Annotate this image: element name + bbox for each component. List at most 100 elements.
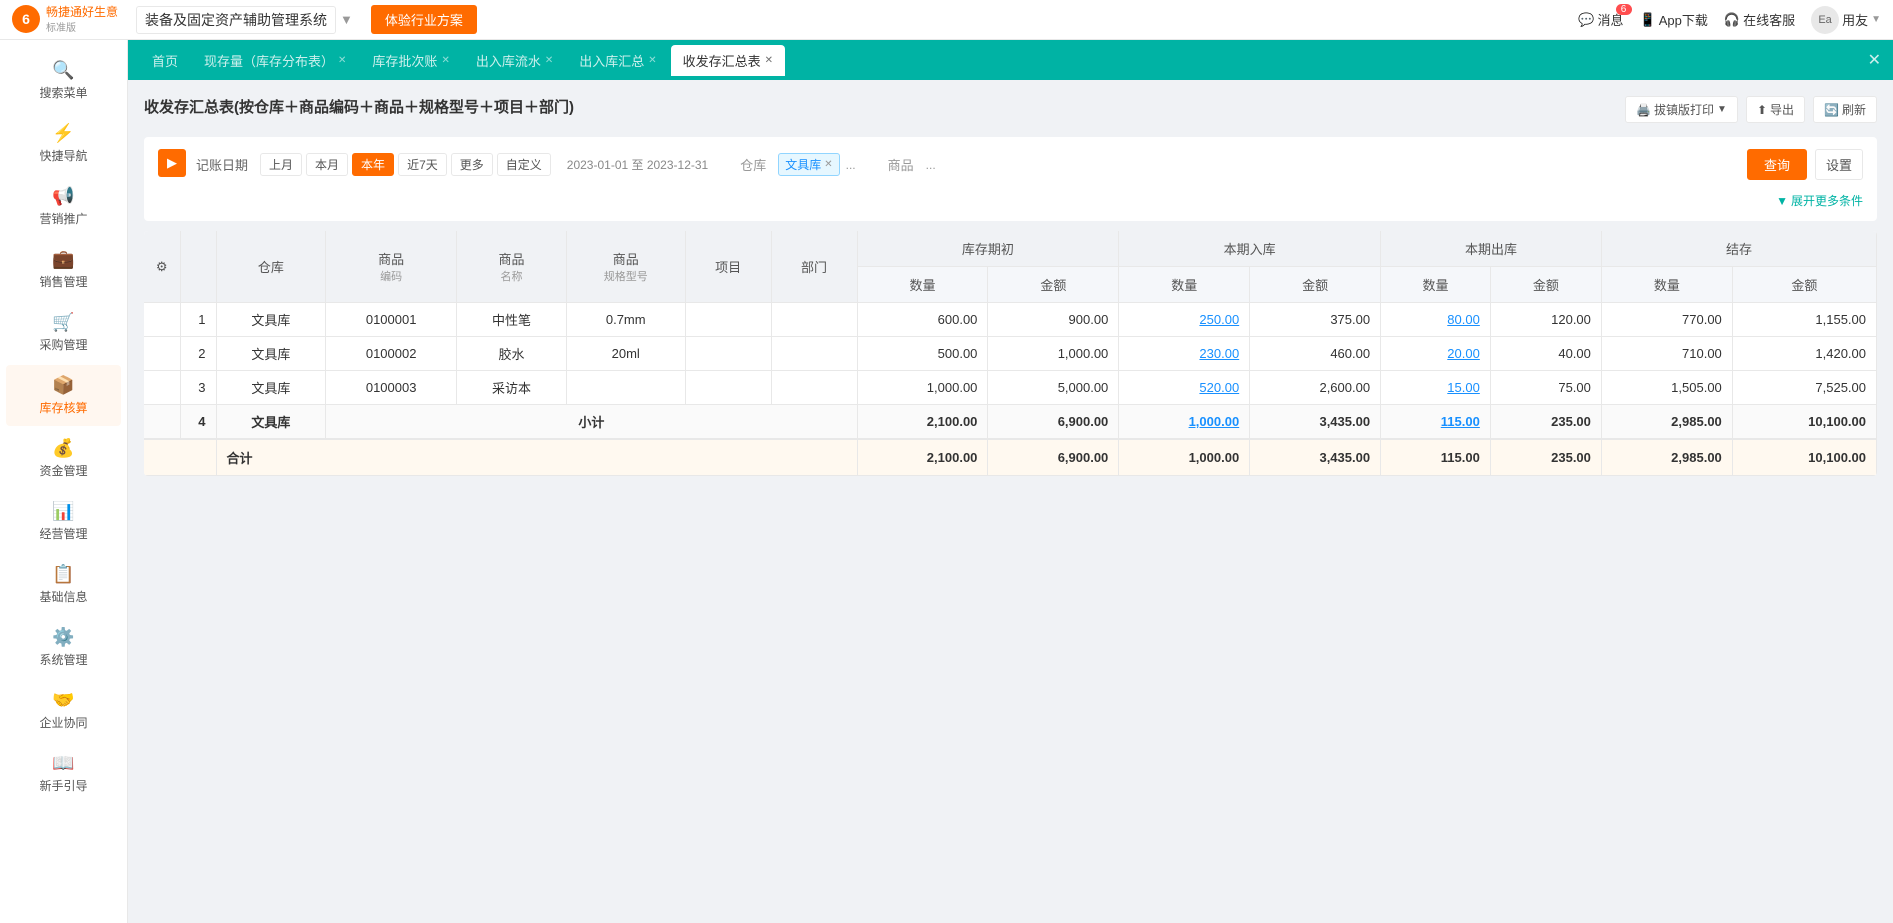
row-in-amt-2: 2,600.00 xyxy=(1250,371,1381,405)
total-row: 合计 2,100.00 6,900.00 1,000.00 3,435.00 1… xyxy=(144,439,1877,476)
tab-batch_ledger[interactable]: 库存批次账 ✕ xyxy=(360,45,461,76)
tab-close-in_out_flow[interactable]: ✕ xyxy=(545,55,553,66)
date-btn-本年[interactable]: 本年 xyxy=(352,153,394,176)
subtotal-out-amt: 235.00 xyxy=(1490,405,1601,440)
subtotal-settings xyxy=(144,405,180,440)
tab-in_out_flow[interactable]: 出入库流水✕ xyxy=(464,45,565,76)
tab-home[interactable]: 首页 xyxy=(140,45,190,76)
expand-more-btn[interactable]: ▼ 展开更多条件 xyxy=(1776,192,1863,209)
row-in-qty-2[interactable]: 520.00 xyxy=(1119,371,1250,405)
row-goods-spec-1: 20ml xyxy=(566,337,685,371)
subtotal-out-qty[interactable]: 115.00 xyxy=(1381,405,1491,440)
message-icon: 💬 xyxy=(1578,12,1594,28)
row-out-amt-1: 40.00 xyxy=(1490,337,1601,371)
row-in-qty-1[interactable]: 230.00 xyxy=(1119,337,1250,371)
headset-icon: 🎧 xyxy=(1724,12,1740,28)
total-label xyxy=(144,439,216,476)
sidebar-item-enterprise[interactable]: 🤝企业协同 xyxy=(6,680,121,741)
tab-close-in_out_summary[interactable]: ✕ xyxy=(648,55,656,66)
row-settings-2[interactable] xyxy=(144,371,180,405)
refresh-btn[interactable]: 🔄 刷新 xyxy=(1813,96,1877,123)
warehouse-tag-close[interactable]: ✕ xyxy=(824,159,832,170)
page-header-area: 收发存汇总表(按仓库＋商品编码＋商品＋规格型号＋项目＋部门) 🖨️ 拔镇版打印 … xyxy=(144,96,1877,129)
sidebar-item-marketing[interactable]: 📢营销推广 xyxy=(6,176,121,237)
row-out-qty-1[interactable]: 20.00 xyxy=(1381,337,1491,371)
filter-panel: 记账日期 上月本月本年近7天更多自定义 2023-01-01 至 2023-12… xyxy=(196,149,1863,209)
sidebar-item-system[interactable]: ⚙️ 系统管理 xyxy=(6,617,121,678)
row-out-amt-0: 120.00 xyxy=(1490,303,1601,337)
filter-inner: ▶ 记账日期 上月本月本年近7天更多自定义 2023-01-01 至 2023-… xyxy=(158,149,1863,209)
sidebar-item-purchase[interactable]: 🛒采购管理 xyxy=(6,302,121,363)
row-settings-0[interactable] xyxy=(144,303,180,337)
experience-btn[interactable]: 体验行业方案 xyxy=(371,5,477,34)
export-btn[interactable]: ⬆ 导出 xyxy=(1746,96,1805,123)
sidebar-item-quick_nav[interactable]: ⚡快捷导航 xyxy=(6,113,121,174)
date-btn-本月[interactable]: 本月 xyxy=(306,153,348,176)
row-in-amt-0: 375.00 xyxy=(1250,303,1381,337)
total-out-amt: 235.00 xyxy=(1490,439,1601,476)
date-buttons: 上月本月本年近7天更多自定义 xyxy=(260,153,551,176)
page-content: 收发存汇总表(按仓库＋商品编码＋商品＋规格型号＋项目＋部门) 🖨️ 拔镇版打印 … xyxy=(128,80,1893,923)
row-opening-qty-2: 1,000.00 xyxy=(857,371,988,405)
sidebar-item-operation[interactable]: 📊经营管理 xyxy=(6,491,121,552)
sidebar-item-search[interactable]: 🔍搜索菜单 xyxy=(6,50,121,111)
sales-icon: 💼 xyxy=(52,249,74,270)
sidebar-item-label: 系统管理 xyxy=(39,651,87,668)
sidebar: 🔍搜索菜单⚡快捷导航📢营销推广💼销售管理🛒采购管理📦库存核算💰资金管理📊经营管理… xyxy=(0,40,128,923)
row-goods-spec-2 xyxy=(566,371,685,405)
tab-in_out_summary[interactable]: 出入库汇总✕ xyxy=(567,45,668,76)
message-btn[interactable]: 💬 消息 6 xyxy=(1578,10,1623,29)
sidebar-item-inventory[interactable]: 📦库存核算 xyxy=(6,365,121,426)
system-name-dropdown-icon[interactable]: ▼ xyxy=(340,12,353,27)
total-balance-amt: 10,100.00 xyxy=(1732,439,1876,476)
sidebar-item-guide[interactable]: 📖新手引导 xyxy=(6,743,121,804)
phone-icon: 📱 xyxy=(1640,12,1656,28)
warehouse-label: 仓库 xyxy=(740,155,766,174)
app-name: 畅捷通好生意 xyxy=(46,5,118,19)
th-project: 项目 xyxy=(685,231,771,303)
sidebar-item-basic_info[interactable]: 📋基础信息 xyxy=(6,554,121,615)
system-name[interactable]: 装备及固定资产辅助管理系统 xyxy=(136,6,336,34)
th-settings[interactable]: ⚙ xyxy=(144,231,180,303)
tab-close-stock_dist[interactable]: ✕ xyxy=(338,55,346,66)
subtotal-in-qty[interactable]: 1,000.00 xyxy=(1119,405,1250,440)
marketing-icon: 📢 xyxy=(52,186,74,207)
date-btn-上月[interactable]: 上月 xyxy=(260,153,302,176)
th-in-qty: 数量 xyxy=(1119,267,1250,303)
tab-close-recv_send_summary[interactable]: ✕ xyxy=(765,55,773,66)
tab-label-batch_ledger: 库存批次账 xyxy=(372,51,437,70)
row-out-qty-2[interactable]: 15.00 xyxy=(1381,371,1491,405)
row-settings-1[interactable] xyxy=(144,337,180,371)
tab-close-batch_ledger[interactable]: ✕ xyxy=(441,55,449,66)
sidebar-item-label: 基础信息 xyxy=(39,588,87,605)
tab-stock_dist[interactable]: 现存量（库存分布表）✕ xyxy=(192,45,358,76)
row-in-qty-0[interactable]: 250.00 xyxy=(1119,303,1250,337)
th-opening-amt: 金额 xyxy=(988,267,1119,303)
app-download-btn[interactable]: 📱 App下载 xyxy=(1640,10,1708,29)
warehouse-tag: 文具库 ✕ xyxy=(778,153,839,176)
date-btn-更多[interactable]: 更多 xyxy=(451,153,493,176)
system-icon: ⚙️ xyxy=(52,627,74,648)
tab-recv_send_summary[interactable]: 收发存汇总表✕ xyxy=(671,45,785,76)
tabbar-close-btn[interactable]: ✕ xyxy=(1868,50,1881,70)
settings-btn[interactable]: 设置 xyxy=(1815,149,1863,180)
row-goods-code-0: 0100001 xyxy=(326,303,457,337)
sidebar-item-finance[interactable]: 💰资金管理 xyxy=(6,428,121,489)
sidebar-item-sales[interactable]: 💼销售管理 xyxy=(6,239,121,300)
row-goods-name-2: 采访本 xyxy=(457,371,567,405)
date-btn-近7天[interactable]: 近7天 xyxy=(398,153,447,176)
user-avatar: Ea xyxy=(1811,6,1839,34)
query-btn[interactable]: 查询 xyxy=(1747,149,1807,180)
warehouse-more-dots[interactable]: ... xyxy=(846,158,856,172)
online-service-btn[interactable]: 🎧 在线客服 xyxy=(1724,10,1795,29)
goods-more-dots[interactable]: ... xyxy=(926,158,936,172)
row-out-qty-0[interactable]: 80.00 xyxy=(1381,303,1491,337)
print-btn[interactable]: 🖨️ 拔镇版打印 ▼ xyxy=(1625,96,1738,123)
sidebar-item-label: 库存核算 xyxy=(39,399,87,416)
total-opening-qty: 2,100.00 xyxy=(857,439,988,476)
user-menu[interactable]: Ea 用友 ▼ xyxy=(1811,6,1881,34)
subtotal-opening-qty: 2,100.00 xyxy=(857,405,988,440)
filter-toggle-btn[interactable]: ▶ xyxy=(158,149,186,177)
row-goods-name-1: 胶水 xyxy=(457,337,567,371)
date-btn-自定义[interactable]: 自定义 xyxy=(497,153,551,176)
